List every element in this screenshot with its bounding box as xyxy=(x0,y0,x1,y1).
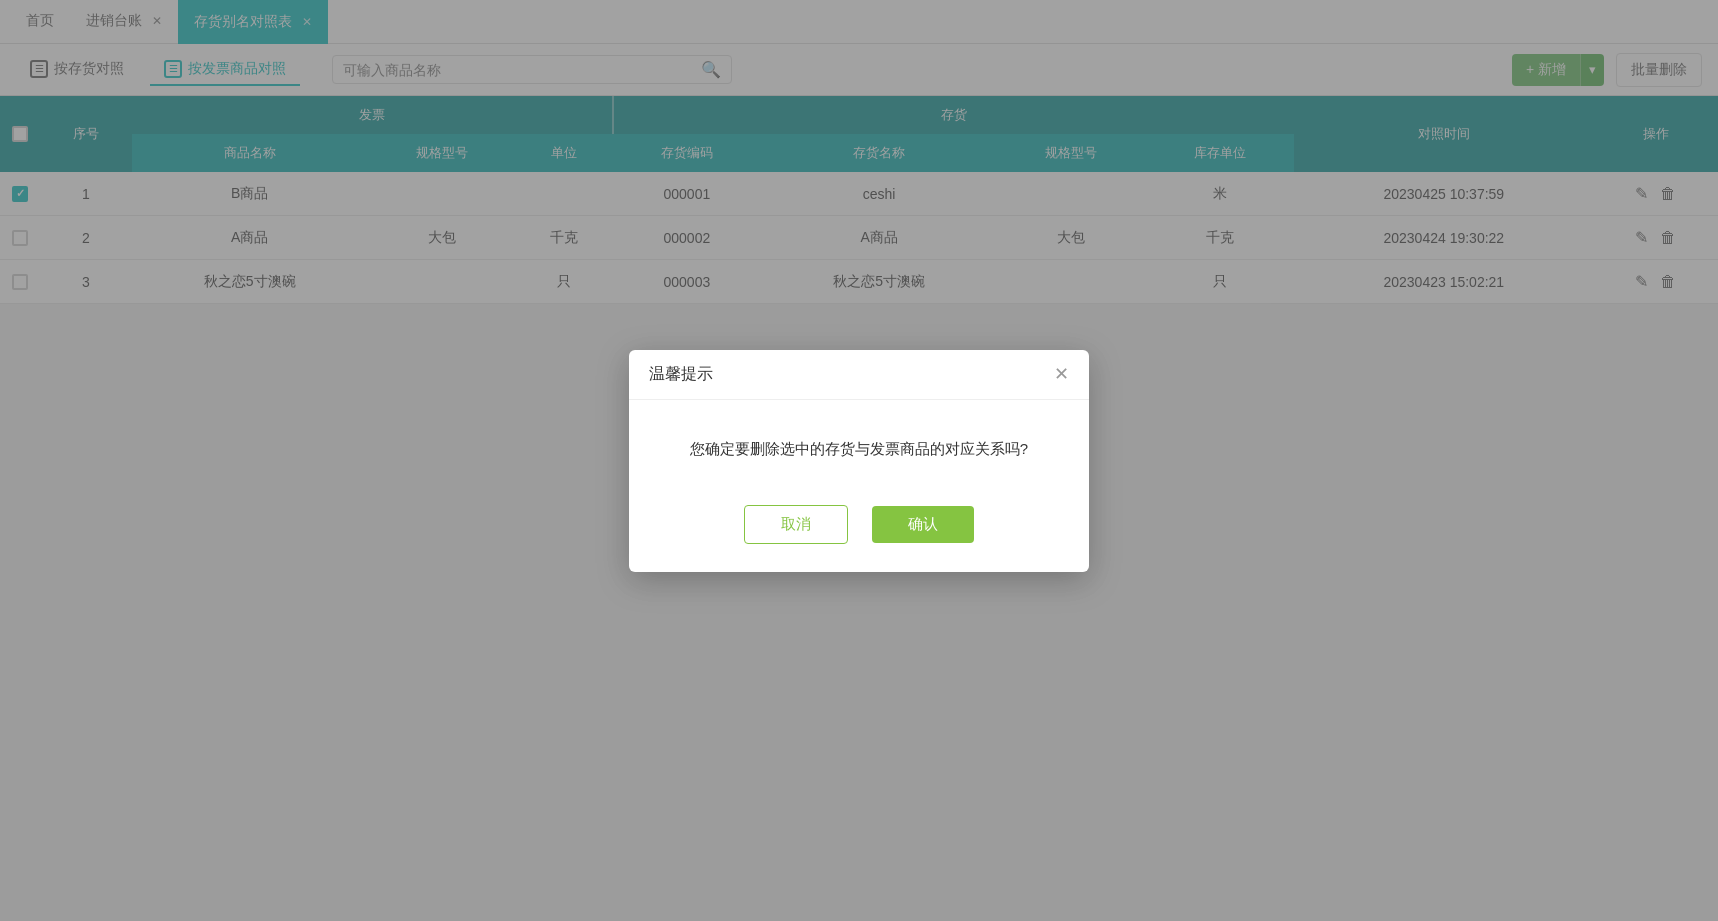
overlay: 温馨提示 ✕ 您确定要删除选中的存货与发票商品的对应关系吗? 取消 确认 xyxy=(0,0,1718,304)
